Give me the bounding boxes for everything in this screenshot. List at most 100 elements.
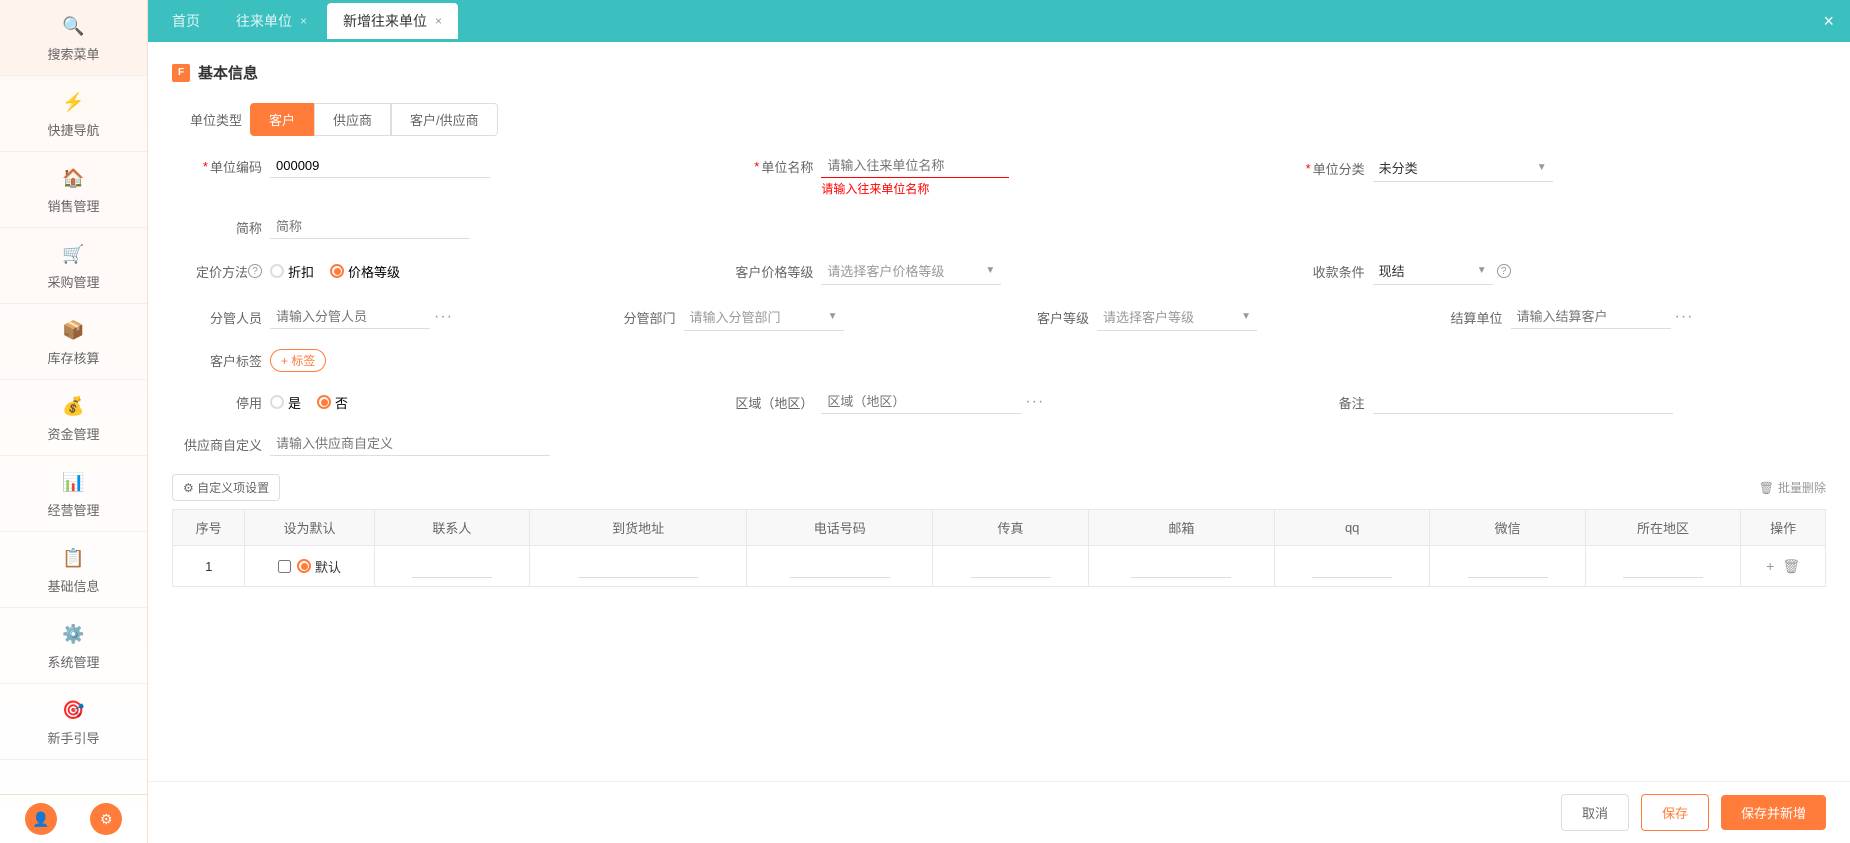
table-header-row: 序号 设为默认 联系人 到货地址 电话号码 传真 邮箱 qq 微信 所在地区 操… xyxy=(173,510,1826,546)
payment-terms-chevron: ▼ xyxy=(1477,265,1487,276)
inventory-icon: 📦 xyxy=(60,316,88,344)
unit-name-input[interactable] xyxy=(821,154,1009,178)
table-row: 1 默认 xyxy=(173,546,1826,587)
row-default-radio[interactable]: 默认 xyxy=(297,557,341,576)
save-button[interactable]: 保存 xyxy=(1641,794,1709,831)
tab-bar-close-all[interactable]: × xyxy=(1815,11,1842,32)
pricing-method-radio-group: 折扣 价格等级 xyxy=(270,262,400,281)
disabled-yes-radio[interactable]: 是 xyxy=(270,393,301,412)
tab-new-unit-close[interactable]: × xyxy=(435,15,442,27)
row-contact-input[interactable] xyxy=(412,554,492,578)
customer-price-level-select[interactable]: 请选择客户价格等级 ▼ xyxy=(821,257,1001,285)
sidebar-item-guide[interactable]: 🎯 新手引导 xyxy=(0,684,147,760)
pricing-discount-radio[interactable]: 折扣 xyxy=(270,262,314,281)
row-contact[interactable] xyxy=(374,546,529,587)
customer-level-select[interactable]: 请选择客户等级 ▼ xyxy=(1097,303,1257,331)
row-add-btn[interactable]: + xyxy=(1766,558,1774,575)
row-select-checkbox[interactable] xyxy=(278,560,291,573)
manager-label-group: 分管人员 xyxy=(172,308,262,327)
save-new-button[interactable]: 保存并新增 xyxy=(1721,795,1826,830)
row-wechat[interactable] xyxy=(1430,546,1585,587)
sidebar-item-quick-nav[interactable]: ⚡ 快捷导航 xyxy=(0,76,147,152)
unit-category-select[interactable]: 未分类 ▼ xyxy=(1373,154,1553,182)
settlement-unit-input[interactable] xyxy=(1511,305,1671,329)
sidebar-item-finance[interactable]: 💰 资金管理 xyxy=(0,380,147,456)
region-label-group: 区域（地区） xyxy=(723,393,813,412)
unit-category-star: * xyxy=(1306,161,1311,176)
short-name-input[interactable] xyxy=(270,215,470,239)
region-field: 区域（地区） ··· xyxy=(723,390,1274,414)
sidebar-item-inventory[interactable]: 📦 库存核算 xyxy=(0,304,147,380)
tab-home[interactable]: 首页 xyxy=(156,3,216,39)
unit-type-supplier-btn[interactable]: 供应商 xyxy=(314,103,391,136)
row-phone[interactable] xyxy=(747,546,933,587)
sales-icon: 🏠 xyxy=(60,164,88,192)
row-qq[interactable] xyxy=(1274,546,1429,587)
unit-type-customer-btn[interactable]: 客户 xyxy=(250,103,314,136)
settlement-unit-dots[interactable]: ··· xyxy=(1675,308,1694,326)
unit-type-row: 单位类型 客户 供应商 客户/供应商 xyxy=(172,103,1826,136)
row-default-checkbox[interactable]: 默认 xyxy=(245,546,374,587)
supplier-custom-input[interactable] xyxy=(270,432,550,456)
row-email[interactable] xyxy=(1088,546,1274,587)
batch-delete-button[interactable]: 🗑 批量删除 xyxy=(1759,479,1826,496)
payment-terms-select[interactable]: 现结 ▼ xyxy=(1373,257,1493,285)
pricing-level-radio[interactable]: 价格等级 xyxy=(330,262,400,281)
manager-dots[interactable]: ··· xyxy=(434,308,453,326)
unit-code-field: * 单位编码 xyxy=(172,154,723,178)
supplier-custom-field: 供应商自定义 xyxy=(172,432,1826,456)
row-region[interactable] xyxy=(1585,546,1740,587)
sidebar-item-operations[interactable]: 📊 经营管理 xyxy=(0,456,147,532)
custom-settings-button[interactable]: ⚙ 自定义项设置 xyxy=(172,474,280,501)
remark-input[interactable] xyxy=(1373,390,1673,414)
cancel-button[interactable]: 取消 xyxy=(1561,794,1629,831)
sidebar-item-basic[interactable]: 📋 基础信息 xyxy=(0,532,147,608)
col-action: 操作 xyxy=(1741,510,1826,546)
row-region-input[interactable] xyxy=(1623,554,1703,578)
disabled-label-group: 停用 xyxy=(172,393,262,412)
tab-units-close[interactable]: × xyxy=(300,15,307,27)
col-wechat: 微信 xyxy=(1430,510,1585,546)
row-del-btn[interactable]: 🗑 xyxy=(1782,558,1800,575)
manager-label: 分管人员 xyxy=(210,308,262,327)
sidebar-item-sales[interactable]: 🏠 销售管理 xyxy=(0,152,147,228)
row-qq-input[interactable] xyxy=(1312,554,1392,578)
settlement-unit-label: 结算单位 xyxy=(1450,308,1502,327)
department-select[interactable]: 请输入分管部门 ▼ xyxy=(684,303,844,331)
sidebar-user-btn[interactable]: 👤 xyxy=(25,803,57,835)
unit-type-both-btn[interactable]: 客户/供应商 xyxy=(391,103,498,136)
customer-level-label: 客户等级 xyxy=(1037,308,1089,327)
department-field: 分管部门 请输入分管部门 ▼ xyxy=(586,303,1000,331)
row-address-input[interactable] xyxy=(578,554,698,578)
payment-terms-help[interactable]: ? xyxy=(1497,264,1511,278)
row-address[interactable] xyxy=(530,546,747,587)
short-name-label-group: 简称 xyxy=(172,218,262,237)
code-name-row: * 单位编码 * 单位名称 请输入往来单位名称 * 单位分类 xyxy=(172,154,1826,197)
row-fax-input[interactable] xyxy=(971,554,1051,578)
sidebar-item-search[interactable]: 🔍 搜索菜单 xyxy=(0,0,147,76)
region-input[interactable] xyxy=(821,390,1021,414)
unit-code-label: 单位编码 xyxy=(210,157,262,176)
region-dots[interactable]: ··· xyxy=(1025,393,1044,411)
row-phone-input[interactable] xyxy=(790,554,890,578)
row-email-input[interactable] xyxy=(1131,554,1231,578)
pricing-method-help[interactable]: ? xyxy=(248,264,262,278)
manager-input[interactable] xyxy=(270,305,430,329)
customer-price-level-label-group: 客户价格等级 xyxy=(723,262,813,281)
row-fax[interactable] xyxy=(933,546,1088,587)
department-label: 分管部门 xyxy=(623,308,675,327)
disabled-no-radio[interactable]: 否 xyxy=(317,393,348,412)
col-address: 到货地址 xyxy=(530,510,747,546)
row-wechat-input[interactable] xyxy=(1468,554,1548,578)
sidebar-settings-btn[interactable]: ⚙ xyxy=(90,803,122,835)
unit-code-input[interactable] xyxy=(270,154,490,178)
short-name-row: 简称 xyxy=(172,215,1826,239)
add-tag-button[interactable]: + 标签 xyxy=(270,349,326,372)
sidebar-item-purchase[interactable]: 🛒 采购管理 xyxy=(0,228,147,304)
sidebar-item-system[interactable]: ⚙️ 系统管理 xyxy=(0,608,147,684)
manager-field: 分管人员 ··· xyxy=(172,305,586,329)
tab-new-unit[interactable]: 新增往来单位 × xyxy=(327,3,458,39)
tab-units[interactable]: 往来单位 × xyxy=(220,3,323,39)
search-menu-icon: 🔍 xyxy=(60,12,88,40)
disabled-yes-circle xyxy=(270,395,284,409)
